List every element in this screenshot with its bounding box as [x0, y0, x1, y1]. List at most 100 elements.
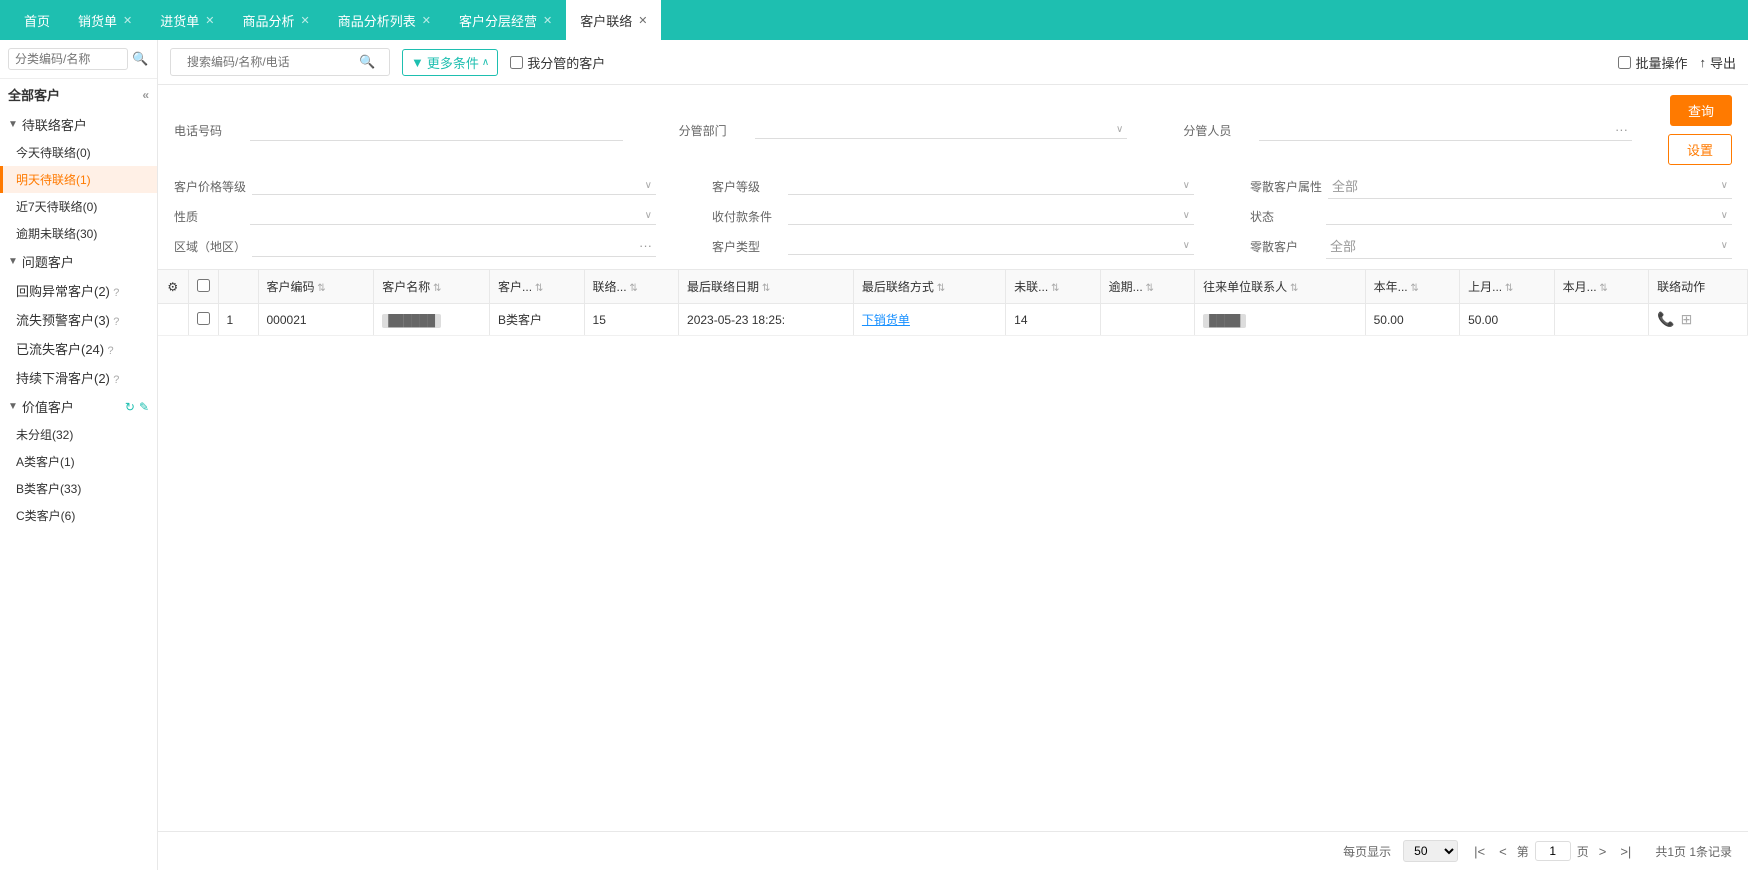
adv-phone-input[interactable]: [250, 120, 623, 141]
sidebar-item-a-class[interactable]: A类客户(1): [0, 448, 157, 475]
batch-ops-btn[interactable]: 批量操作: [1618, 53, 1687, 72]
adv-status-select[interactable]: ∨: [1326, 207, 1732, 225]
page-last-btn[interactable]: >|: [1616, 842, 1635, 861]
sidebar-search-input[interactable]: [8, 48, 128, 70]
sidebar-item-tomorrow[interactable]: 明天待联络(1): [0, 166, 157, 193]
nav-purchase[interactable]: 进货单 ✕: [146, 0, 228, 40]
page-next-btn[interactable]: >: [1595, 842, 1611, 861]
adv-retail-attr-label: 零散客户属性: [1250, 178, 1322, 195]
row-check-cell[interactable]: [188, 304, 218, 336]
sidebar-item-declining[interactable]: 持续下滑客户(2) ?: [0, 363, 157, 392]
filter-more-chevron: ∧: [482, 57, 489, 68]
adv-retail-cust-select[interactable]: 全部 ∨: [1326, 233, 1732, 259]
col-settings[interactable]: ⚙: [158, 270, 188, 304]
col-type[interactable]: 客户...: [490, 270, 585, 304]
export-btn[interactable]: ↑ 导出: [1699, 53, 1736, 72]
col-this-year[interactable]: 本年...: [1365, 270, 1460, 304]
sidebar-item-c-class[interactable]: C类客户(6): [0, 502, 157, 529]
adv-price-level-select[interactable]: ∨: [252, 177, 656, 195]
sidebar-collapse-icon[interactable]: «: [142, 88, 149, 102]
sidebar-item-overdue[interactable]: 逾期未联络(30): [0, 220, 157, 247]
col-name[interactable]: 客户名称: [374, 270, 490, 304]
col-overdue[interactable]: 逾期...: [1100, 270, 1195, 304]
nav-customer-contact-close[interactable]: ✕: [638, 14, 647, 27]
nav-product-list[interactable]: 商品分析列表 ✕: [324, 0, 445, 40]
adv-person-select[interactable]: ···: [1259, 119, 1632, 141]
sidebar-problem-group[interactable]: ▼ 问题客户: [0, 247, 157, 276]
row-this-month-cell: [1554, 304, 1649, 336]
nav-purchase-close[interactable]: ✕: [205, 14, 214, 27]
sidebar-item-churned[interactable]: 已流失客户(24) ?: [0, 334, 157, 363]
my-customers-checkbox[interactable]: [510, 56, 523, 69]
value-group-refresh[interactable]: ↻: [125, 400, 135, 414]
nav-customer-contact[interactable]: 客户联络 ✕: [566, 0, 661, 40]
nav-customer-ops-close[interactable]: ✕: [543, 14, 552, 27]
sidebar-item-repurchase-abnormal[interactable]: 回购异常客户(2) ?: [0, 276, 157, 305]
col-contacts[interactable]: 联络...: [584, 270, 679, 304]
filter-search-input[interactable]: [179, 52, 359, 72]
value-group-edit[interactable]: ✎: [139, 400, 149, 414]
adv-region-label: 区域（地区）: [174, 238, 246, 255]
adv-cust-level-select[interactable]: ∨: [788, 177, 1194, 195]
adv-cust-type-select[interactable]: ∨: [788, 237, 1194, 255]
page-prev-btn[interactable]: <: [1495, 842, 1511, 861]
nav-sales[interactable]: 销货单 ✕: [64, 0, 146, 40]
col-contact-person[interactable]: 往来单位联系人: [1195, 270, 1365, 304]
page-size-select[interactable]: 50 100 200: [1403, 840, 1458, 862]
adv-retail-attr-field: 零散客户属性 全部 ∨: [1250, 173, 1732, 199]
row-last-method-cell[interactable]: 下销货单: [853, 304, 1005, 336]
page-num-input[interactable]: [1535, 841, 1571, 861]
main-layout: 🔍 全部客户 « ▼ 待联络客户 今天待联络(0) 明天待联络(1) 近7天待联…: [0, 40, 1748, 870]
row-checkbox[interactable]: [197, 312, 210, 325]
adv-price-level-label: 客户价格等级: [174, 178, 246, 195]
sidebar-item-7days[interactable]: 近7天待联络(0): [0, 193, 157, 220]
sidebar-item-today[interactable]: 今天待联络(0): [0, 139, 157, 166]
col-last-method[interactable]: 最后联络方式: [853, 270, 1005, 304]
col-last-date[interactable]: 最后联络日期: [679, 270, 854, 304]
col-this-month[interactable]: 本月...: [1554, 270, 1649, 304]
nav-home[interactable]: 首页: [10, 0, 64, 40]
adv-retail-attr-select[interactable]: 全部 ∨: [1328, 173, 1732, 199]
adv-retail-cust-label: 零散客户: [1250, 238, 1320, 255]
row-action-cell: 📞 ⊞: [1649, 304, 1748, 336]
adv-region-select[interactable]: ···: [252, 235, 656, 257]
col-last-month[interactable]: 上月...: [1460, 270, 1555, 304]
total-info: 共1页 1条记录: [1655, 843, 1732, 860]
action-phone-icon[interactable]: 📞: [1657, 311, 1674, 328]
value-triangle-icon: ▼: [8, 401, 18, 412]
sidebar-item-b-class[interactable]: B类客户(33): [0, 475, 157, 502]
row-code-cell: 000021: [258, 304, 374, 336]
nav-product-analysis[interactable]: 商品分析 ✕: [228, 0, 323, 40]
sidebar-item-ungrouped[interactable]: 未分组(32): [0, 421, 157, 448]
query-button[interactable]: 查询: [1670, 95, 1732, 126]
sidebar-item-churn-warning[interactable]: 流失预警客户(3) ?: [0, 305, 157, 334]
select-all-checkbox[interactable]: [197, 279, 210, 292]
action-menu-icon[interactable]: ⊞: [1681, 311, 1693, 328]
adv-dept-select[interactable]: ∨: [755, 121, 1128, 139]
nav-product-list-close[interactable]: ✕: [422, 14, 431, 27]
nav-product-analysis-close[interactable]: ✕: [301, 14, 310, 27]
filter-more-btn[interactable]: ▼ 更多条件 ∧: [402, 49, 498, 76]
nav-customer-ops[interactable]: 客户分层经营 ✕: [445, 0, 566, 40]
adv-cust-level-field: 客户等级 ∨: [712, 177, 1194, 195]
row-last-month-cell: 50.00: [1460, 304, 1555, 336]
filter-search-icon[interactable]: 🔍: [359, 54, 375, 70]
adv-payment-select[interactable]: ∨: [788, 207, 1194, 225]
adv-nature-select[interactable]: ∨: [250, 207, 656, 225]
sidebar-value-group[interactable]: ▼ 价值客户 ↻ ✎: [0, 392, 157, 421]
nav-sales-close[interactable]: ✕: [123, 14, 132, 27]
my-customers-check[interactable]: 我分管的客户: [510, 53, 605, 72]
col-code[interactable]: 客户编码: [258, 270, 374, 304]
page-first-btn[interactable]: |<: [1470, 842, 1489, 861]
set-button[interactable]: 设置: [1668, 134, 1732, 165]
row-this-year-cell: 50.00: [1365, 304, 1460, 336]
adv-price-level-chevron: ∨: [645, 180, 652, 191]
adv-retail-attr-chevron: ∨: [1721, 180, 1728, 191]
sidebar-pending-group[interactable]: ▼ 待联络客户: [0, 110, 157, 139]
sidebar-all-customers[interactable]: 全部客户 «: [0, 79, 157, 110]
adv-phone-field: 电话号码: [174, 120, 623, 141]
col-check[interactable]: [188, 270, 218, 304]
col-unlinked[interactable]: 未联...: [1006, 270, 1101, 304]
batch-ops-checkbox[interactable]: [1618, 56, 1631, 69]
sidebar-search-icon[interactable]: 🔍: [132, 51, 148, 67]
